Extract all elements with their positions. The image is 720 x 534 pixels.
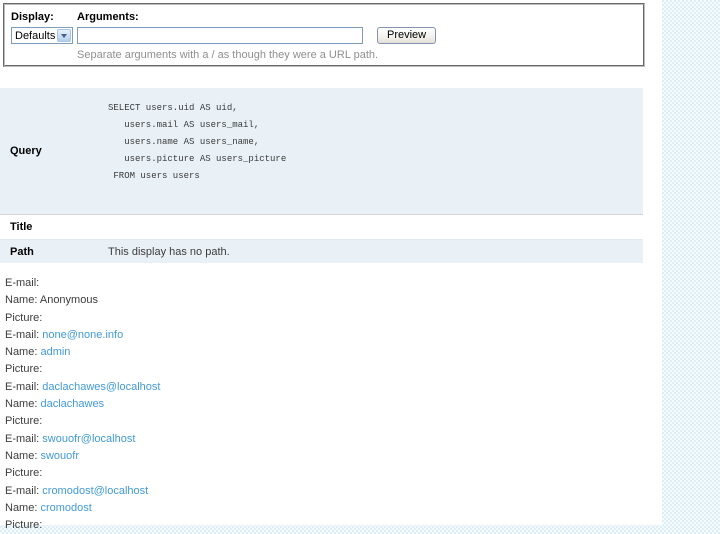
picture-field-label: Picture:	[5, 519, 43, 532]
email-field-label: E-mail:	[5, 328, 43, 341]
email-field-label: E-mail:	[5, 380, 43, 393]
result-field-name: Name: admin	[5, 344, 662, 361]
preview-meta-table: Query SELECT users.uid AS uid, users.mai…	[0, 88, 643, 263]
results-list: E-mail: Name: Anonymous Picture: E-mail: …	[5, 275, 662, 534]
path-row: Path This display has no path.	[0, 239, 643, 263]
email-link[interactable]: cromodost@localhost	[42, 485, 148, 497]
email-link[interactable]: none@none.info	[42, 329, 123, 341]
path-row-label: Path	[10, 245, 34, 258]
query-row-label: Query	[10, 145, 42, 157]
name-link[interactable]: cromodost	[40, 502, 91, 514]
chevron-down-icon	[61, 33, 67, 38]
select-dropdown-button[interactable]	[57, 29, 71, 42]
display-field-group: Display: Defaults	[11, 10, 77, 61]
query-row: Query SELECT users.uid AS uid, users.mai…	[0, 88, 643, 214]
title-row-value	[108, 215, 643, 239]
title-row: Title	[0, 214, 643, 239]
result-field-picture: Picture:	[5, 413, 662, 430]
result-field-name: Name: swouofr	[5, 448, 662, 465]
result-field-picture: Picture:	[5, 465, 662, 482]
picture-field-label: Picture:	[5, 415, 43, 428]
arguments-field-group: Arguments: Preview Separate arguments wi…	[77, 10, 635, 61]
result-field-picture: Picture:	[5, 310, 662, 327]
result-field-email: E-mail: daclachawes@localhost	[5, 379, 662, 396]
name-value: Anonymous	[39, 294, 98, 307]
arguments-input[interactable]	[77, 27, 363, 44]
result-field-email: E-mail:	[5, 275, 662, 292]
result-field-name: Name: cromodost	[5, 500, 662, 517]
display-label: Display:	[11, 11, 54, 23]
query-sql-text: SELECT users.uid AS uid, users.mail AS u…	[108, 103, 287, 181]
result-field-email: E-mail: swouofr@localhost	[5, 431, 662, 448]
email-field-label: E-mail:	[5, 432, 43, 445]
preview-button[interactable]: Preview	[377, 27, 437, 44]
picture-field-label: Picture:	[5, 311, 43, 324]
name-link[interactable]: daclachawes	[40, 398, 104, 410]
picture-field-label: Picture:	[5, 467, 43, 480]
display-select-value: Defaults	[15, 29, 56, 42]
result-field-picture: Picture:	[5, 361, 662, 378]
email-link[interactable]: daclachawes@localhost	[42, 381, 160, 393]
result-field-picture: Picture:	[5, 517, 662, 534]
display-select[interactable]: Defaults	[11, 27, 73, 44]
result-field-email: E-mail: none@none.info	[5, 327, 662, 344]
email-field-label: E-mail:	[5, 484, 43, 497]
path-row-value: This display has no path.	[108, 245, 230, 258]
name-field-label: Name:	[5, 346, 41, 359]
name-field-label: Name:	[5, 501, 41, 514]
name-field-label: Name:	[5, 449, 41, 462]
main-content: Display: Defaults Arguments: Preview Sep…	[0, 0, 662, 531]
name-field-label: Name:	[5, 398, 41, 411]
preview-arguments-fieldset: Display: Defaults Arguments: Preview Sep…	[3, 3, 645, 67]
result-field-name: Name: daclachawes	[5, 396, 662, 413]
title-row-label: Title	[10, 221, 33, 233]
email-field-label: E-mail:	[5, 277, 40, 289]
result-field-email: E-mail: cromodost@localhost	[5, 483, 662, 500]
name-link[interactable]: swouofr	[40, 450, 79, 462]
arguments-label: Arguments:	[77, 11, 139, 23]
arguments-help-text: Separate arguments with a / as though th…	[77, 49, 379, 61]
name-link[interactable]: admin	[40, 346, 70, 358]
name-field-label: Name:	[5, 294, 40, 307]
picture-field-label: Picture:	[5, 363, 43, 376]
email-link[interactable]: swouofr@localhost	[42, 433, 135, 445]
result-field-name: Name: Anonymous	[5, 292, 662, 309]
